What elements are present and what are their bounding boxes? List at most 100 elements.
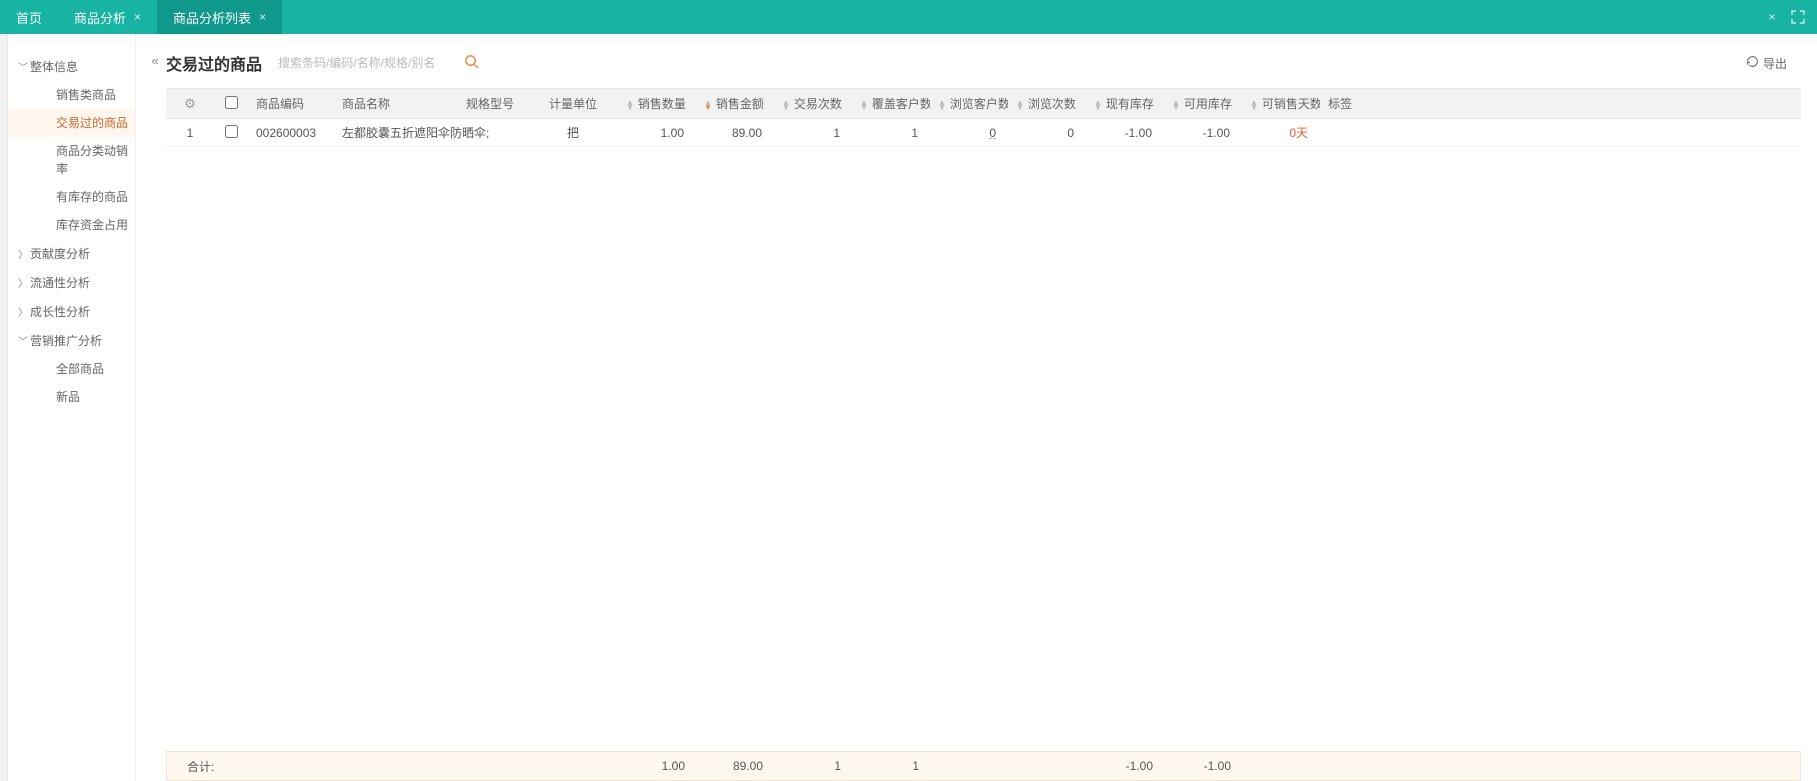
sidebar-item-sales-goods[interactable]: 销售类商品 <box>8 81 135 109</box>
column-stock-label: 现有库存 <box>1106 97 1154 111</box>
column-avail-label: 可用库存 <box>1184 97 1232 111</box>
column-tx[interactable]: ▲▼ 交易次数 <box>774 89 852 119</box>
sidebar-group-contribution-label: 贡献度分析 <box>30 245 90 262</box>
select-all-checkbox[interactable] <box>225 96 238 109</box>
column-unit[interactable]: 计量单位 <box>528 89 618 119</box>
sort-icon: ▲▼ <box>626 100 634 110</box>
tab-home[interactable]: 首页 <box>0 0 58 34</box>
cell-cust: 1 <box>852 119 930 147</box>
cell-unit: 把 <box>528 119 618 147</box>
column-cust[interactable]: ▲▼覆盖客户数 <box>852 89 930 119</box>
expand-window-icon[interactable] <box>1789 8 1807 26</box>
column-browse-cnt[interactable]: ▲▼ 浏览次数 <box>1008 89 1086 119</box>
column-select-all[interactable] <box>214 89 248 119</box>
sort-icon: ▲▼ <box>1016 100 1024 110</box>
export-label: 导出 <box>1763 55 1787 72</box>
sidebar-group-overall-label: 整体信息 <box>30 58 78 75</box>
window-controls: × <box>1763 0 1817 34</box>
search-wrap <box>278 51 479 75</box>
cell-avail: -1.00 <box>1164 119 1242 147</box>
sidebar-group-contribution[interactable]: 〉 贡献度分析 <box>8 239 135 268</box>
column-days-label: 可销售天数 <box>1262 97 1322 111</box>
sidebar-group-growth-label: 成长性分析 <box>30 303 90 320</box>
tab-home-label: 首页 <box>16 8 42 27</box>
totals-tx: 1 <box>775 759 853 773</box>
refresh-icon <box>1746 55 1759 71</box>
column-tags[interactable]: 标签 <box>1320 89 1801 119</box>
sidebar-group-liquidity[interactable]: 〉 流通性分析 <box>8 268 135 297</box>
totals-cust: 1 <box>853 759 931 773</box>
close-window-icon[interactable]: × <box>1763 8 1781 26</box>
column-browse-cnt-label: 浏览次数 <box>1028 97 1076 111</box>
cell-index: 1 <box>166 119 214 147</box>
cell-browse-cnt: 0 <box>1008 119 1086 147</box>
sidebar-group-marketing[interactable]: ﹀ 营销推广分析 <box>8 326 135 355</box>
sort-icon: ▲▼ <box>1094 100 1102 110</box>
table-row[interactable]: 1 002600003 左都胶囊五折遮阳伞防晒伞; 把 1.00 89.00 1… <box>166 119 1801 147</box>
column-amount[interactable]: ▲▼销售金额 <box>696 89 774 119</box>
table-wrap: ⚙ 商品编码 商品名称 规格型号 计量单位 ▲▼销售数量 ▲▼销售金额 ▲▼ 交易… <box>166 88 1801 781</box>
tab-analysis-label: 商品分析 <box>74 8 126 27</box>
search-input[interactable] <box>278 51 458 75</box>
row-checkbox[interactable] <box>225 125 238 138</box>
export-button[interactable]: 导出 <box>1738 52 1795 75</box>
sidebar-group-overall[interactable]: ﹀ 整体信息 <box>8 52 135 81</box>
totals-stock: -1.00 <box>1087 759 1165 773</box>
top-tab-bar: 首页 商品分析 × 商品分析列表 × × <box>0 0 1817 34</box>
chevron-right-icon: 〉 <box>18 246 28 261</box>
cell-browse-cust[interactable]: 0 <box>930 119 1008 147</box>
cell-select[interactable] <box>214 119 248 147</box>
sort-icon: ▲▼ <box>938 100 946 110</box>
link-browse-cust[interactable]: 0 <box>989 126 996 140</box>
sort-icon: ▲▼ <box>1172 100 1180 110</box>
left-gutter <box>0 34 8 781</box>
chevron-down-icon: ﹀ <box>18 333 28 348</box>
column-spec[interactable]: 规格型号 <box>458 89 528 119</box>
column-name[interactable]: 商品名称 <box>334 89 458 119</box>
column-tx-label: 交易次数 <box>794 97 842 111</box>
column-stock[interactable]: ▲▼ 现有库存 <box>1086 89 1164 119</box>
close-icon[interactable]: × <box>259 10 266 24</box>
tab-analysis-list[interactable]: 商品分析列表 × <box>157 0 282 34</box>
sort-icon: ▲▼ <box>1250 100 1258 110</box>
close-icon[interactable]: × <box>134 10 141 24</box>
sort-icon: ▲▼ <box>782 100 790 110</box>
sidebar-group-liquidity-label: 流通性分析 <box>30 274 90 291</box>
column-code[interactable]: 商品编码 <box>248 89 334 119</box>
sidebar-item-category-ratio[interactable]: 商品分类动销率 <box>8 137 135 183</box>
column-tags-label: 标签 <box>1328 97 1352 111</box>
sort-icon: ▲▼ <box>704 100 712 110</box>
chevron-right-icon: 〉 <box>18 275 28 290</box>
chevron-right-icon: 〉 <box>18 304 28 319</box>
tab-analysis-list-label: 商品分析列表 <box>173 8 251 27</box>
sidebar-group-marketing-label: 营销推广分析 <box>30 332 102 349</box>
column-browse-cust-label: 浏览客户数 <box>950 97 1010 111</box>
sidebar-item-traded-goods[interactable]: 交易过的商品 <box>8 109 135 137</box>
sidebar-item-stocked-goods[interactable]: 有库存的商品 <box>8 183 135 211</box>
gear-icon: ⚙ <box>184 96 196 111</box>
tab-analysis[interactable]: 商品分析 × <box>58 0 157 34</box>
totals-amount: 89.00 <box>697 759 775 773</box>
column-cust-label: 覆盖客户数 <box>872 97 932 111</box>
column-avail[interactable]: ▲▼ 可用库存 <box>1164 89 1242 119</box>
totals-label: 合计: <box>167 758 215 775</box>
totals-avail: -1.00 <box>1165 759 1243 773</box>
column-browse-cust[interactable]: ▲▼ 浏览客户数 <box>930 89 1008 119</box>
table-header-row: ⚙ 商品编码 商品名称 规格型号 计量单位 ▲▼销售数量 ▲▼销售金额 ▲▼ 交易… <box>166 89 1801 119</box>
cell-tags <box>1320 119 1801 147</box>
collapse-sidebar-icon[interactable]: « <box>145 50 165 70</box>
search-icon[interactable] <box>464 54 479 73</box>
main-panel: 交易过的商品 导出 <box>136 34 1817 781</box>
cell-amount: 89.00 <box>696 119 774 147</box>
column-days[interactable]: ▲▼ 可销售天数 <box>1242 89 1320 119</box>
sidebar-item-all-goods[interactable]: 全部商品 <box>8 355 135 383</box>
column-qty[interactable]: ▲▼销售数量 <box>618 89 696 119</box>
column-unit-label: 计量单位 <box>549 97 597 111</box>
column-name-label: 商品名称 <box>342 97 390 111</box>
header-right: 导出 <box>1738 52 1801 75</box>
sidebar-item-new-goods[interactable]: 新品 <box>8 383 135 411</box>
column-settings[interactable]: ⚙ <box>166 89 214 119</box>
sidebar-item-stock-capital[interactable]: 库存资金占用 <box>8 211 135 239</box>
header-row: 交易过的商品 导出 <box>166 46 1801 80</box>
sidebar-group-growth[interactable]: 〉 成长性分析 <box>8 297 135 326</box>
